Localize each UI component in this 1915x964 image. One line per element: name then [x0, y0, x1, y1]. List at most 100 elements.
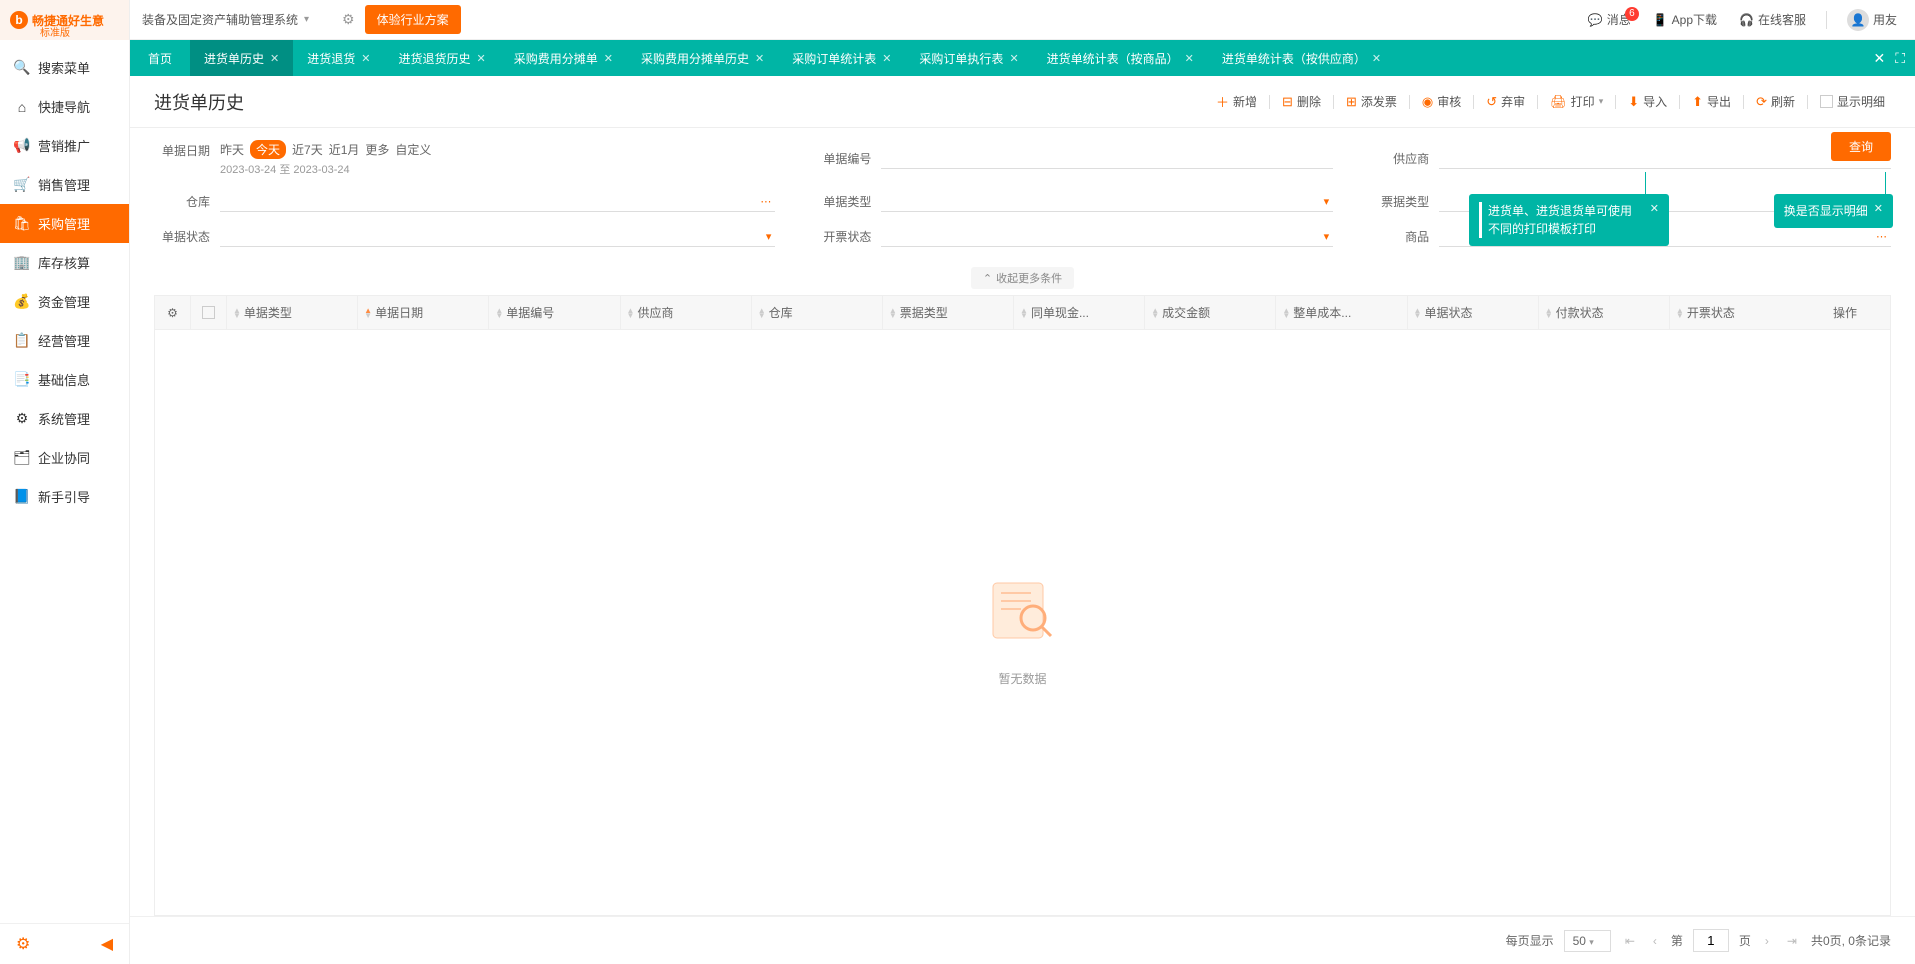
sidebar-item-11[interactable]: 📘新手引导	[0, 477, 129, 516]
close-icon[interactable]: ✕	[1185, 52, 1194, 65]
select-all[interactable]	[191, 296, 227, 329]
more-icon[interactable]: ⋯	[1872, 230, 1891, 243]
user-menu[interactable]: 👤 用友	[1841, 9, 1903, 31]
date-today[interactable]: 今天	[250, 140, 286, 159]
tab-8[interactable]: 进货单统计表（按供应商）✕	[1208, 40, 1395, 76]
col-0[interactable]: ▲▼单据类型	[227, 296, 358, 329]
supplier-input[interactable]	[1439, 148, 1872, 168]
col-3[interactable]: ▲▼供应商	[621, 296, 752, 329]
add-button[interactable]: ＋新增	[1210, 88, 1263, 115]
sidebar-item-9[interactable]: ⚙系统管理	[0, 399, 129, 438]
col-7[interactable]: ▲▼成交金额	[1145, 296, 1276, 329]
sidebar-item-5[interactable]: 🏢库存核算	[0, 243, 129, 282]
col-6[interactable]: ▲▼同单现金...	[1014, 296, 1145, 329]
tab-7[interactable]: 进货单统计表（按商品）✕	[1033, 40, 1208, 76]
close-icon[interactable]: ✕	[1009, 52, 1018, 65]
online-service-link[interactable]: 🎧 在线客服	[1733, 11, 1812, 28]
sidebar-item-1[interactable]: ⌂快捷导航	[0, 87, 129, 126]
sidebar-item-6[interactable]: 💰资金管理	[0, 282, 129, 321]
col-10[interactable]: ▲▼付款状态	[1539, 296, 1670, 329]
sidebar-item-2[interactable]: 📢营销推广	[0, 126, 129, 165]
close-icon[interactable]: ✕	[1372, 52, 1381, 65]
query-button[interactable]: 查询	[1831, 132, 1891, 161]
invoice-icon: ⊞	[1346, 94, 1357, 110]
doc-no-input[interactable]	[881, 148, 1333, 169]
date-more[interactable]: 更多	[365, 141, 389, 158]
doc-status-select[interactable]	[220, 226, 762, 246]
page-size-select[interactable]: 50 ▾	[1564, 930, 1611, 952]
print-button[interactable]: 🖨打印▾	[1544, 89, 1609, 114]
col-2[interactable]: ▲▼单据编号	[489, 296, 620, 329]
import-button[interactable]: ⬇导入	[1622, 89, 1673, 114]
col-11[interactable]: ▲▼开票状态	[1670, 296, 1800, 329]
doc-type-select[interactable]	[881, 191, 1319, 211]
tab-home[interactable]: 首页	[130, 40, 190, 76]
close-icon[interactable]: ✕	[882, 52, 891, 65]
refresh-button[interactable]: ⟳刷新	[1750, 89, 1801, 114]
close-icon[interactable]: ✕	[270, 52, 279, 65]
chevron-down-icon[interactable]: ▾	[1320, 230, 1334, 243]
collapse-filters-button[interactable]: ⌃ 收起更多条件	[971, 267, 1074, 289]
tab-4[interactable]: 采购费用分摊单历史✕	[627, 40, 778, 76]
tab-6[interactable]: 采购订单执行表✕	[905, 40, 1032, 76]
date-1m[interactable]: 近1月	[329, 141, 360, 158]
add-invoice-button[interactable]: ⊞添发票	[1340, 89, 1403, 114]
col-1[interactable]: ▲▼单据日期	[358, 296, 489, 329]
warehouse-input[interactable]	[220, 191, 756, 211]
message-icon: 💬	[1588, 13, 1603, 27]
col-9[interactable]: ▲▼单据状态	[1408, 296, 1539, 329]
column-settings[interactable]: ⚙	[155, 296, 191, 329]
settings-icon[interactable]: ⚙	[16, 934, 30, 954]
sidebar-item-3[interactable]: 🛒销售管理	[0, 165, 129, 204]
sort-icon: ▲▼	[1282, 308, 1290, 318]
messages-link[interactable]: 💬 消息 6	[1582, 11, 1637, 28]
close-icon[interactable]: ✕	[755, 52, 764, 65]
chevron-down-icon[interactable]: ▾	[762, 230, 776, 243]
delete-button[interactable]: ⊟删除	[1276, 89, 1327, 114]
tab-1[interactable]: 进货退货✕	[293, 40, 384, 76]
date-yesterday[interactable]: 昨天	[220, 141, 244, 158]
tab-2[interactable]: 进货退货历史✕	[384, 40, 499, 76]
col-5[interactable]: ▲▼票据类型	[883, 296, 1014, 329]
table-header: ⚙ ▲▼单据类型▲▼单据日期▲▼单据编号▲▼供应商▲▼仓库▲▼票据类型▲▼同单现…	[154, 295, 1891, 329]
col-8[interactable]: ▲▼整单成本...	[1276, 296, 1407, 329]
close-icon[interactable]: ✕	[604, 52, 613, 65]
close-icon[interactable]: ✕	[1650, 202, 1659, 215]
chevron-down-icon[interactable]: ▾	[1320, 195, 1334, 208]
gear-icon[interactable]: ⚙	[342, 11, 355, 28]
sidebar-item-10[interactable]: 🗂企业协同	[0, 438, 129, 477]
app-download-link[interactable]: 📱 App下载	[1647, 11, 1723, 28]
invoice-status-select[interactable]	[881, 226, 1319, 246]
sidebar-item-0[interactable]: 🔍搜索菜单	[0, 48, 129, 87]
audit-button[interactable]: ◉审核	[1416, 89, 1467, 114]
close-icon[interactable]: ✕	[477, 52, 486, 65]
sort-icon: ▲▼	[1151, 308, 1159, 318]
col-4[interactable]: ▲▼仓库	[752, 296, 883, 329]
close-icon[interactable]: ✕	[1874, 202, 1883, 215]
tab-5[interactable]: 采购订单统计表✕	[778, 40, 905, 76]
prev-page-icon[interactable]: ‹	[1649, 934, 1661, 948]
date-7d[interactable]: 近7天	[292, 141, 323, 158]
sidebar-item-7[interactable]: 📋经营管理	[0, 321, 129, 360]
fullscreen-icon[interactable]: ⛶	[1895, 50, 1905, 67]
first-page-icon[interactable]: ⇤	[1621, 934, 1639, 948]
tab-0[interactable]: 进货单历史✕	[190, 40, 293, 76]
last-page-icon[interactable]: ⇥	[1783, 934, 1801, 948]
close-all-tabs-icon[interactable]: ✕	[1873, 50, 1885, 67]
collapse-sidebar-icon[interactable]: ◀	[101, 934, 113, 954]
tab-3[interactable]: 采购费用分摊单✕	[500, 40, 627, 76]
sidebar-item-4[interactable]: 🛍采购管理	[0, 204, 129, 243]
col-operation: 操作	[1800, 296, 1890, 329]
date-custom[interactable]: 自定义	[395, 141, 431, 158]
system-selector[interactable]: 装备及固定资产辅助管理系统 ▾	[142, 11, 332, 28]
sort-icon: ▲▼	[1545, 308, 1553, 318]
abandon-audit-button[interactable]: ↺弃审	[1480, 89, 1531, 114]
sidebar-item-8[interactable]: 📑基础信息	[0, 360, 129, 399]
more-icon[interactable]: ⋯	[756, 195, 775, 208]
show-detail-toggle[interactable]: 显示明细	[1814, 89, 1891, 114]
page-number-input[interactable]	[1693, 929, 1729, 952]
close-icon[interactable]: ✕	[361, 52, 370, 65]
next-page-icon[interactable]: ›	[1761, 934, 1773, 948]
export-button[interactable]: ⬆导出	[1686, 89, 1737, 114]
experience-button[interactable]: 体验行业方案	[365, 5, 461, 34]
